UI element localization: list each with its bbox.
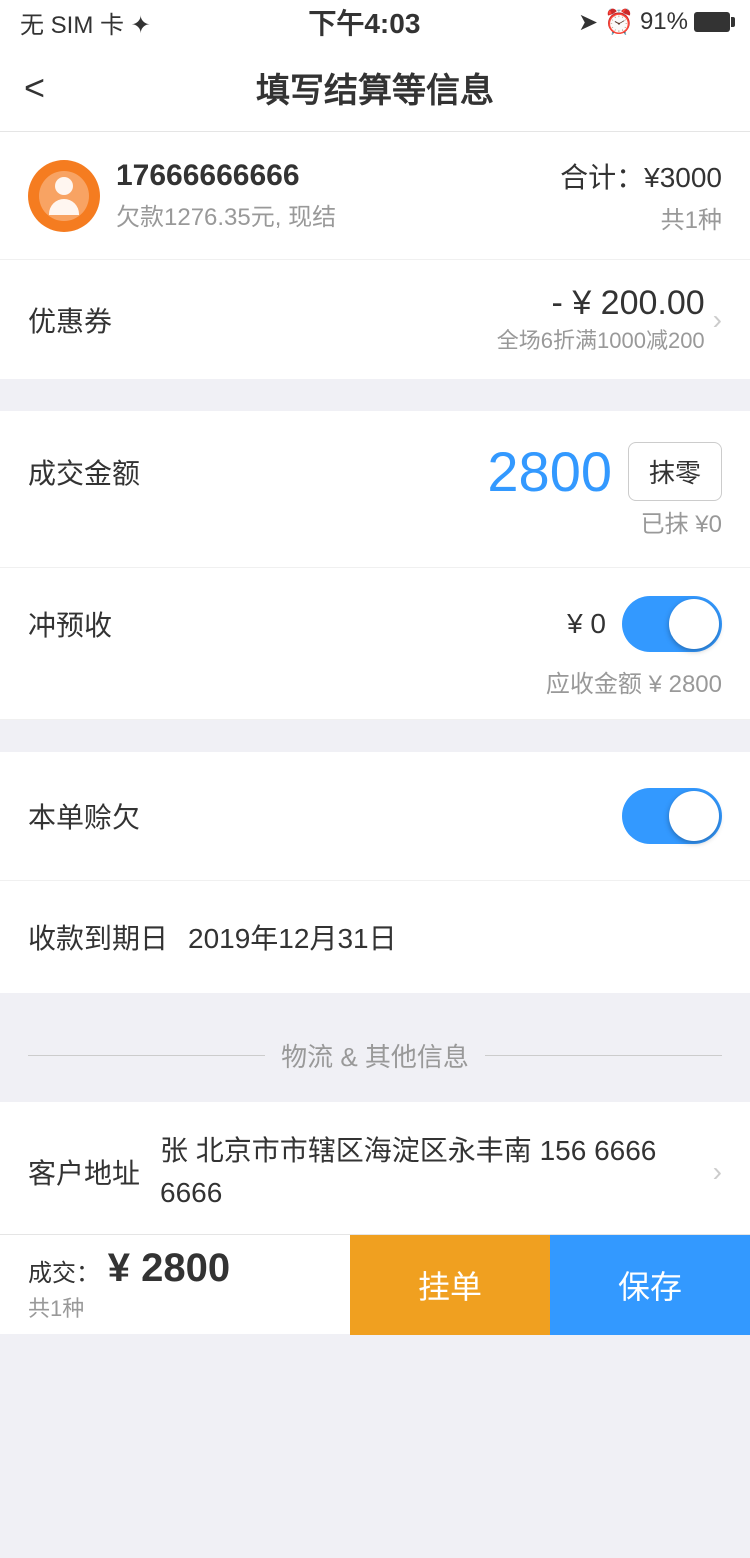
prepay-receivable: 应收金额 ¥ 2800	[0, 664, 750, 719]
credit-toggle[interactable]	[622, 788, 722, 844]
deal-amount-label: 成交金额	[28, 452, 140, 492]
total-count: 共1种	[560, 200, 722, 235]
footer-count: 共1种	[28, 1291, 322, 1323]
content-area: 17666666666 欠款1276.35元, 现结 合计：¥3000 共1种 …	[0, 132, 750, 1558]
deal-amount-value: 2800	[487, 439, 612, 504]
deal-amount-right: 2800 抹零	[487, 439, 722, 504]
already-rounded: 已抹 ¥0	[28, 504, 722, 539]
customer-total: 合计：¥3000 共1种	[560, 156, 722, 235]
prepay-amount: ¥ 0	[567, 608, 606, 640]
customer-debt: 欠款1276.35元, 现结	[116, 197, 336, 232]
footer: 成交： ¥ 2800 共1种 挂单 保存	[0, 1234, 750, 1334]
credit-card: 本单赊欠 收款到期日 2019年12月31日	[0, 752, 750, 993]
footer-deal-line: 成交： ¥ 2800	[28, 1246, 322, 1291]
header-line-right	[485, 1055, 722, 1056]
address-card: 客户地址 张 北京市市辖区海淀区永丰南 156 6666 6666 ›	[0, 1102, 750, 1242]
page-title: 填写结算等信息	[256, 63, 494, 112]
coupon-info: - ¥ 200.00 全场6折满1000减200	[497, 284, 705, 355]
round-button[interactable]: 抹零	[628, 442, 722, 501]
duedate-row: 收款到期日 2019年12月31日	[0, 880, 750, 993]
already-rounded-text: 已抹 ¥0	[641, 511, 722, 538]
status-left: 无 SIM 卡 ✦	[20, 5, 151, 40]
prepay-label: 冲预收	[28, 604, 112, 644]
status-right: ➤ ⏰ 91%	[578, 8, 730, 37]
footer-deal-label: 成交：	[28, 1260, 100, 1287]
duedate-value: 2019年12月31日	[188, 917, 397, 957]
duedate-label: 收款到期日	[28, 917, 168, 957]
coupon-detail: 全场6折满1000减200	[497, 323, 705, 355]
address-label: 客户地址	[28, 1152, 140, 1192]
customer-info: 17666666666 欠款1276.35元, 现结	[116, 159, 336, 232]
section-divider-2	[0, 736, 750, 752]
customer-phone: 17666666666	[116, 159, 336, 193]
prepay-controls: ¥ 0	[567, 596, 722, 652]
total-amount: 合计：¥3000	[560, 156, 722, 196]
logistics-header-text: 物流 & 其他信息	[281, 1037, 469, 1074]
battery-text: 91%	[640, 8, 688, 36]
address-row[interactable]: 客户地址 张 北京市市辖区海淀区永丰南 156 6666 6666 ›	[0, 1102, 750, 1242]
address-value: 张 北京市市辖区海淀区永丰南 156 6666 6666	[160, 1130, 693, 1214]
chevron-right-icon: ›	[713, 304, 722, 336]
location-icon: ➤	[578, 8, 598, 37]
deal-amount-row: 成交金额 2800 抹零 已抹 ¥0	[0, 411, 750, 568]
avatar	[28, 160, 100, 232]
coupon-discount: - ¥ 200.00	[497, 284, 705, 323]
footer-spacer	[0, 1458, 750, 1558]
alarm-icon: ⏰	[604, 8, 634, 37]
avatar-icon	[39, 171, 89, 221]
coupon-label: 优惠券	[28, 300, 112, 340]
credit-label: 本单赊欠	[28, 796, 140, 836]
customer-left: 17666666666 欠款1276.35元, 现结	[28, 159, 336, 232]
nav-bar: < 填写结算等信息	[0, 44, 750, 132]
footer-info: 成交： ¥ 2800 共1种	[0, 1246, 350, 1323]
deal-amount-card: 成交金额 2800 抹零 已抹 ¥0 冲预收 ¥ 0	[0, 411, 750, 720]
status-bar: 无 SIM 卡 ✦ 下午4:03 ➤ ⏰ 91%	[0, 0, 750, 44]
footer-amount: ¥ 2800	[108, 1246, 230, 1290]
credit-row: 本单赊欠	[0, 752, 750, 880]
customer-card: 17666666666 欠款1276.35元, 现结 合计：¥3000 共1种 …	[0, 132, 750, 379]
coupon-right: - ¥ 200.00 全场6折满1000减200 ›	[497, 284, 722, 355]
prepay-main: 冲预收 ¥ 0	[0, 568, 750, 664]
deal-amount-main: 成交金额 2800 抹零	[28, 439, 722, 504]
section-divider-1	[0, 395, 750, 411]
prepay-toggle[interactable]	[622, 596, 722, 652]
sim-text: 无 SIM 卡 ✦	[20, 5, 151, 40]
address-chevron-icon: ›	[713, 1156, 722, 1188]
coupon-row[interactable]: 优惠券 - ¥ 200.00 全场6折满1000减200 ›	[0, 259, 750, 379]
header-line-left	[28, 1055, 265, 1056]
prepay-row: 冲预收 ¥ 0 应收金额 ¥ 2800	[0, 568, 750, 720]
hold-button[interactable]: 挂单	[350, 1235, 550, 1335]
prepay-toggle-knob	[669, 599, 719, 649]
battery-icon	[694, 12, 730, 32]
back-button[interactable]: <	[24, 67, 45, 109]
save-button[interactable]: 保存	[550, 1235, 750, 1335]
status-time: 下午4:03	[308, 2, 420, 42]
logistics-section-header: 物流 & 其他信息	[0, 1009, 750, 1102]
credit-toggle-knob	[669, 791, 719, 841]
customer-row: 17666666666 欠款1276.35元, 现结 合计：¥3000 共1种	[0, 132, 750, 259]
